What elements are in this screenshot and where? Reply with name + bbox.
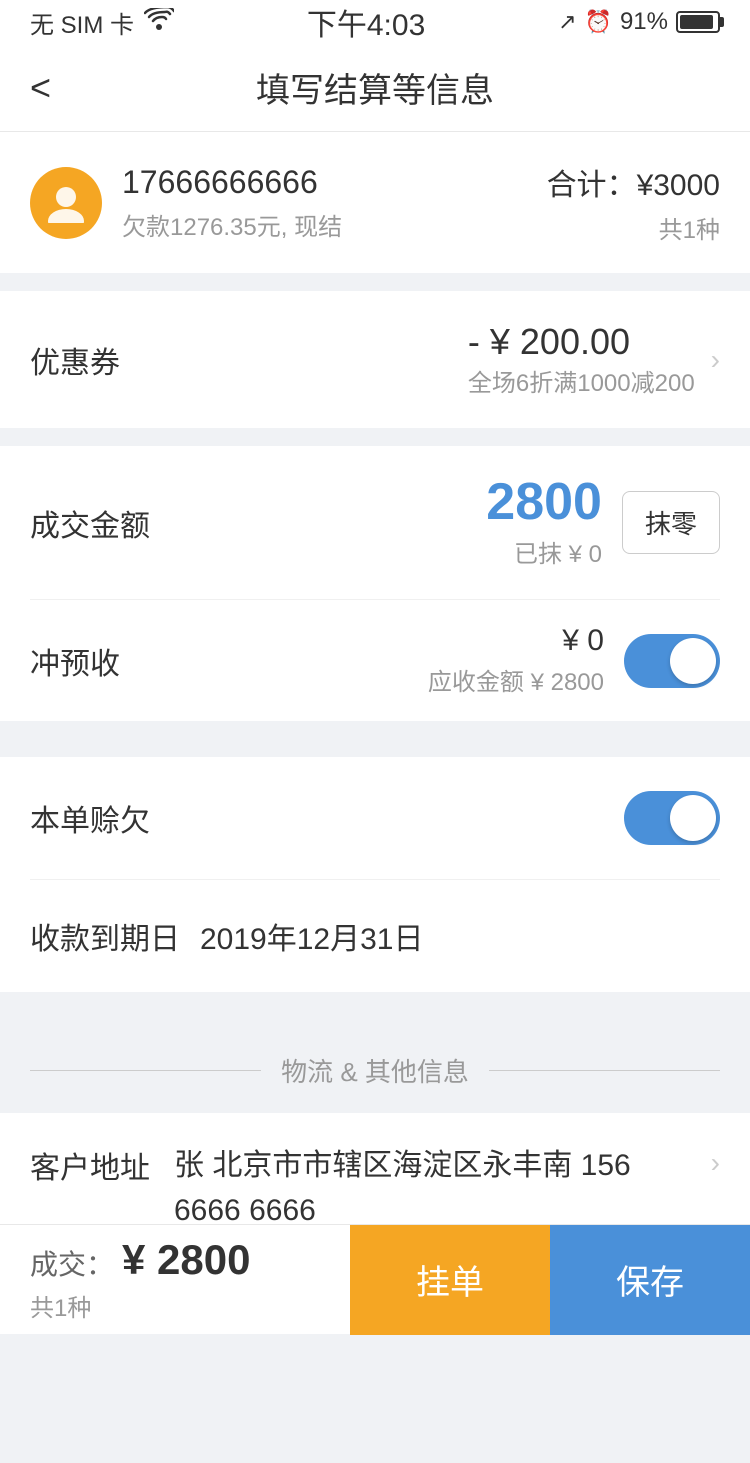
credit-toggle-knob bbox=[670, 795, 716, 841]
divider-2 bbox=[0, 739, 750, 757]
deal-right: 2800 已抹 ¥ 0 抹零 bbox=[486, 476, 720, 569]
back-button[interactable]: < bbox=[30, 57, 61, 119]
deal-label: 成交金额 bbox=[30, 501, 150, 545]
due-date-row: 收款到期日 2019年12月31日 bbox=[30, 879, 720, 992]
prepayment-receivable: 应收金额 ¥ 2800 bbox=[428, 662, 604, 697]
round-zero-button[interactable]: 抹零 bbox=[622, 491, 720, 554]
deal-section: 成交金额 2800 已抹 ¥ 0 抹零 冲预收 ¥ 0 应收金额 ¥ 2800 bbox=[0, 446, 750, 721]
coupon-section: 优惠券 - ¥ 200.00 全场6折满1000减200 › bbox=[0, 291, 750, 428]
customer-card: 17666666666 欠款1276.35元, 现结 合计：¥3000 共1种 bbox=[0, 132, 750, 273]
total-value: ¥3000 bbox=[637, 169, 720, 202]
credit-section: 本单赊欠 收款到期日 2019年12月31日 bbox=[0, 757, 750, 992]
prepayment-amount-block: ¥ 0 应收金额 ¥ 2800 bbox=[428, 624, 604, 697]
footer-deal: 成交： ¥ 2800 bbox=[30, 1236, 320, 1284]
address-chevron-icon: › bbox=[711, 1147, 720, 1179]
credit-label: 本单赊欠 bbox=[30, 796, 150, 840]
credit-row: 本单赊欠 bbox=[30, 757, 720, 879]
coupon-label: 优惠券 bbox=[30, 338, 120, 382]
save-button[interactable]: 保存 bbox=[550, 1225, 750, 1335]
divider-3 bbox=[0, 1010, 750, 1028]
coupon-right: - ¥ 200.00 全场6折满1000减200 › bbox=[468, 321, 720, 398]
header: < 填写结算等信息 bbox=[0, 44, 750, 132]
customer-left: 17666666666 欠款1276.35元, 现结 bbox=[30, 164, 342, 242]
address-label: 客户地址 bbox=[30, 1143, 150, 1187]
customer-debt: 欠款1276.35元, 现结 bbox=[122, 207, 342, 242]
footer-count: 共1种 bbox=[30, 1288, 320, 1323]
status-right: ↗ ⏰ 91% bbox=[558, 8, 720, 36]
avatar bbox=[30, 167, 102, 239]
customer-right: 合计：¥3000 共1种 bbox=[547, 160, 720, 245]
hang-button[interactable]: 挂单 bbox=[350, 1225, 550, 1335]
deal-amount-row: 成交金额 2800 已抹 ¥ 0 抹零 bbox=[30, 446, 720, 599]
wifi-icon bbox=[144, 8, 174, 37]
due-date-value: 2019年12月31日 bbox=[200, 914, 423, 958]
customer-info: 17666666666 欠款1276.35元, 现结 bbox=[122, 164, 342, 242]
status-left: 无 SIM 卡 bbox=[30, 5, 174, 40]
status-bar: 无 SIM 卡 下午4:03 ↗ ⏰ 91% bbox=[0, 0, 750, 44]
footer: 成交： ¥ 2800 共1种 挂单 保存 bbox=[0, 1224, 750, 1334]
deal-rounded-label: 已抹 ¥ 0 bbox=[486, 534, 602, 569]
footer-deal-label: 成交： bbox=[30, 1243, 114, 1283]
logistics-divider: 物流 & 其他信息 bbox=[0, 1028, 750, 1113]
battery-icon bbox=[676, 11, 720, 33]
total-count: 共1种 bbox=[547, 210, 720, 245]
address-content: 张 北京市市辖区海淀区永丰南 156 6666 6666 bbox=[174, 1143, 701, 1233]
footer-deal-amount: ¥ 2800 bbox=[122, 1236, 250, 1284]
credit-toggle[interactable] bbox=[624, 791, 720, 845]
divider-1 bbox=[0, 428, 750, 446]
prepayment-label: 冲预收 bbox=[30, 639, 120, 683]
deal-amount-value: 2800 bbox=[486, 476, 602, 528]
due-label: 收款到期日 bbox=[30, 914, 180, 958]
prepayment-right: ¥ 0 应收金额 ¥ 2800 bbox=[428, 624, 720, 697]
coupon-desc: 全场6折满1000减200 bbox=[468, 363, 695, 398]
prepayment-amount: ¥ 0 bbox=[428, 624, 604, 658]
time-label: 下午4:03 bbox=[307, 0, 425, 44]
coupon-row[interactable]: 优惠券 - ¥ 200.00 全场6折满1000减200 › bbox=[30, 291, 720, 428]
battery-label: 91% bbox=[620, 8, 668, 36]
divider-line-right bbox=[489, 1070, 720, 1071]
prepayment-toggle[interactable] bbox=[624, 634, 720, 688]
coupon-amount: - ¥ 200.00 bbox=[468, 321, 695, 363]
page-title: 填写结算等信息 bbox=[256, 63, 494, 112]
chevron-right-icon: › bbox=[711, 344, 720, 376]
total-amount: 合计：¥3000 bbox=[547, 160, 720, 204]
location-icon: ↗ bbox=[558, 9, 576, 35]
total-label: 合计： bbox=[547, 169, 637, 202]
divider-line-left bbox=[30, 1070, 261, 1071]
footer-info: 成交： ¥ 2800 共1种 bbox=[0, 1236, 350, 1323]
prepayment-row: 冲预收 ¥ 0 应收金额 ¥ 2800 bbox=[30, 599, 720, 721]
alarm-icon: ⏰ bbox=[585, 9, 612, 35]
toggle-knob bbox=[670, 638, 716, 684]
customer-phone: 17666666666 bbox=[122, 164, 342, 201]
logistics-label: 物流 & 其他信息 bbox=[281, 1052, 469, 1089]
carrier-label: 无 SIM 卡 bbox=[30, 5, 134, 40]
